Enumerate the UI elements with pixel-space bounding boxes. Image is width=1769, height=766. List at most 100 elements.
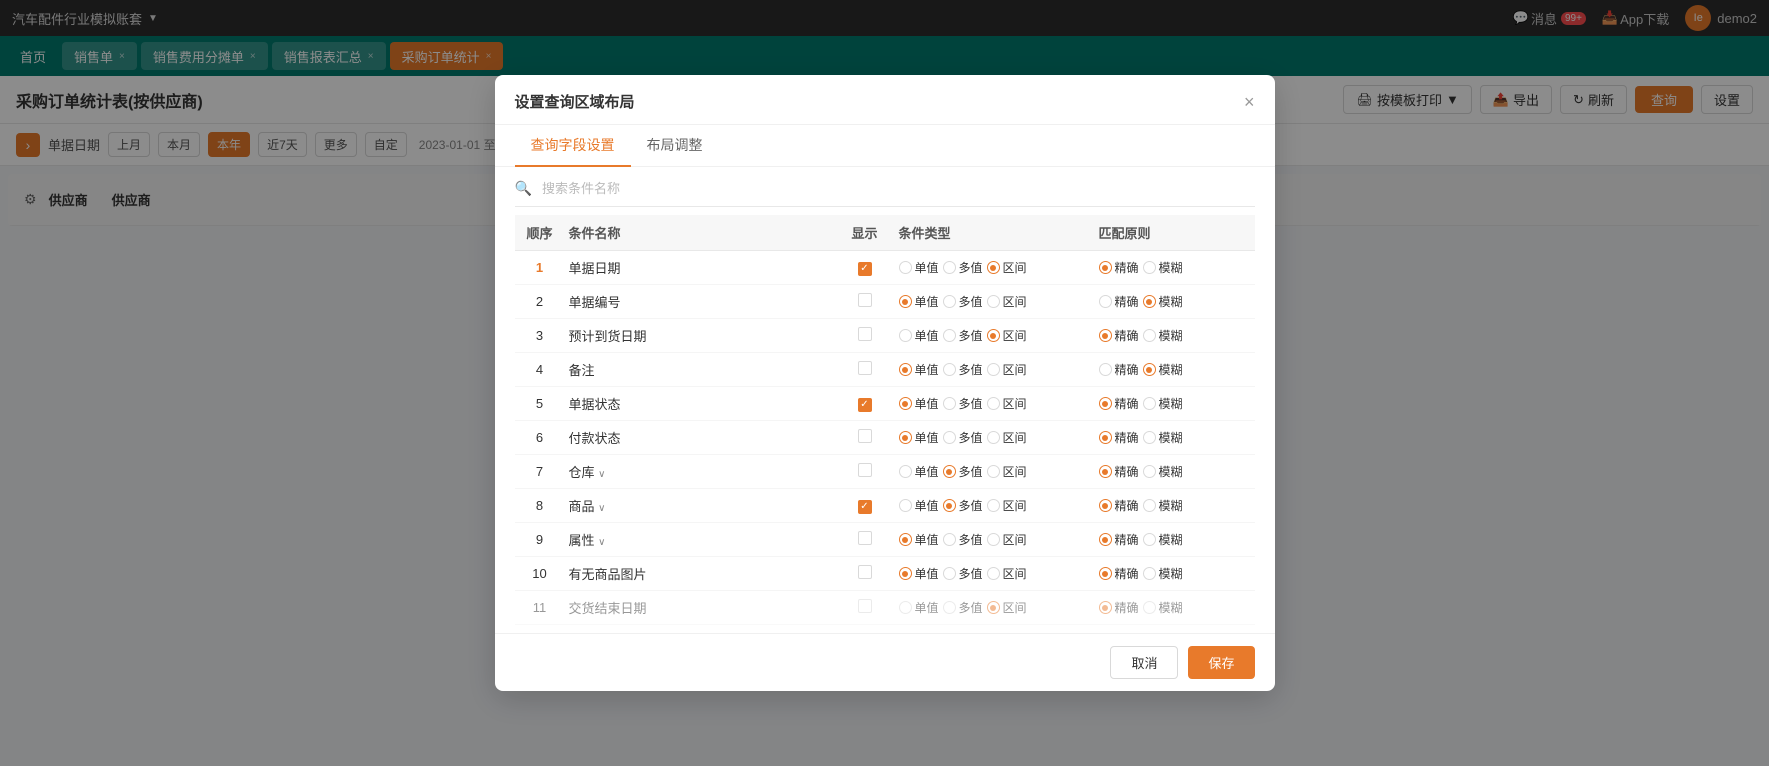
row-show-checkbox[interactable] — [835, 497, 895, 514]
radio-type-多值[interactable]: 多值 — [943, 565, 983, 582]
radio-type-区间[interactable]: 区间 — [987, 599, 1027, 616]
radio-type-区间[interactable]: 区间 — [987, 395, 1027, 412]
modal-close-button[interactable]: × — [1244, 93, 1255, 111]
save-button[interactable]: 保存 — [1188, 646, 1254, 679]
radio-type-区间[interactable]: 区间 — [987, 293, 1027, 310]
radio-type-多值[interactable]: 多值 — [943, 293, 983, 310]
radio-match-模糊[interactable]: 模糊 — [1143, 565, 1183, 582]
row-show-checkbox[interactable] — [835, 293, 895, 310]
radio-match-精确[interactable]: 精确 — [1099, 497, 1139, 514]
radio-type-区间[interactable]: 区间 — [987, 259, 1027, 276]
radio-type-单值[interactable]: 单值 — [899, 259, 939, 276]
modal-tab-query-fields[interactable]: 查询字段设置 — [515, 125, 631, 167]
checkbox[interactable] — [858, 531, 872, 545]
modal-header: 设置查询区域布局 × — [495, 75, 1275, 125]
checkbox[interactable] — [858, 327, 872, 341]
row-condition-name: 单据编号 — [565, 292, 835, 311]
radio-type-多值[interactable]: 多值 — [943, 361, 983, 378]
radio-type-单值[interactable]: 单值 — [899, 497, 939, 514]
modal-tab-layout-adjust[interactable]: 布局调整 — [631, 125, 719, 167]
row-show-checkbox[interactable] — [835, 565, 895, 582]
radio-match-模糊[interactable]: 模糊 — [1143, 259, 1183, 276]
row-condition-name: 单据日期 — [565, 258, 835, 277]
radio-match-模糊[interactable]: 模糊 — [1143, 531, 1183, 548]
row-show-checkbox[interactable] — [835, 361, 895, 378]
row-condition-name: 单据状态 — [565, 394, 835, 413]
radio-type-多值[interactable]: 多值 — [943, 395, 983, 412]
radio-type-区间[interactable]: 区间 — [987, 327, 1027, 344]
radio-match-模糊[interactable]: 模糊 — [1143, 463, 1183, 480]
radio-dot — [987, 533, 1000, 546]
modal-title: 设置查询区域布局 — [515, 91, 635, 112]
radio-type-单值[interactable]: 单值 — [899, 293, 939, 310]
radio-match-精确[interactable]: 精确 — [1099, 463, 1139, 480]
radio-type-多值[interactable]: 多值 — [943, 599, 983, 616]
radio-match-精确[interactable]: 精确 — [1099, 565, 1139, 582]
radio-label: 模糊 — [1159, 463, 1183, 480]
row-show-checkbox[interactable] — [835, 395, 895, 412]
radio-type-单值[interactable]: 单值 — [899, 531, 939, 548]
cancel-button[interactable]: 取消 — [1110, 646, 1178, 679]
radio-match-模糊[interactable]: 模糊 — [1143, 293, 1183, 310]
row-show-checkbox[interactable] — [835, 599, 895, 616]
radio-match-精确[interactable]: 精确 — [1099, 599, 1139, 616]
radio-match-模糊[interactable]: 模糊 — [1143, 599, 1183, 616]
checkbox[interactable] — [858, 361, 872, 375]
radio-type-单值[interactable]: 单值 — [899, 463, 939, 480]
radio-type-区间[interactable]: 区间 — [987, 565, 1027, 582]
radio-type-多值[interactable]: 多值 — [943, 531, 983, 548]
radio-dot — [987, 261, 1000, 274]
radio-match-精确[interactable]: 精确 — [1099, 327, 1139, 344]
checkbox[interactable] — [858, 398, 872, 412]
row-show-checkbox[interactable] — [835, 327, 895, 344]
checkbox[interactable] — [858, 463, 872, 477]
radio-label: 多值 — [959, 395, 983, 412]
radio-type-单值[interactable]: 单值 — [899, 361, 939, 378]
row-show-checkbox[interactable] — [835, 259, 895, 276]
radio-match-模糊[interactable]: 模糊 — [1143, 497, 1183, 514]
radio-type-单值[interactable]: 单值 — [899, 395, 939, 412]
radio-type-多值[interactable]: 多值 — [943, 463, 983, 480]
radio-type-单值[interactable]: 单值 — [899, 429, 939, 446]
checkbox[interactable] — [858, 500, 872, 514]
radio-type-多值[interactable]: 多值 — [943, 497, 983, 514]
checkbox[interactable] — [858, 565, 872, 579]
checkbox[interactable] — [858, 599, 872, 613]
modal-search-input[interactable] — [536, 179, 736, 198]
radio-type-多值[interactable]: 多值 — [943, 429, 983, 446]
radio-type-单值[interactable]: 单值 — [899, 327, 939, 344]
radio-type-单值[interactable]: 单值 — [899, 565, 939, 582]
radio-match-精确[interactable]: 精确 — [1099, 361, 1139, 378]
radio-type-多值[interactable]: 多值 — [943, 259, 983, 276]
radio-match-模糊[interactable]: 模糊 — [1143, 395, 1183, 412]
radio-type-区间[interactable]: 区间 — [987, 497, 1027, 514]
radio-dot — [899, 295, 912, 308]
radio-type-单值[interactable]: 单值 — [899, 599, 939, 616]
radio-label: 区间 — [1003, 361, 1027, 378]
radio-type-多值[interactable]: 多值 — [943, 327, 983, 344]
checkbox[interactable] — [858, 429, 872, 443]
checkbox[interactable] — [858, 262, 872, 276]
row-show-checkbox[interactable] — [835, 463, 895, 480]
radio-match-精确[interactable]: 精确 — [1099, 293, 1139, 310]
row-type-options: 单值多值区间 — [895, 429, 1095, 446]
radio-match-精确[interactable]: 精确 — [1099, 395, 1139, 412]
radio-type-区间[interactable]: 区间 — [987, 361, 1027, 378]
radio-type-区间[interactable]: 区间 — [987, 463, 1027, 480]
modal-tab-query-fields-label: 查询字段设置 — [531, 137, 615, 153]
radio-match-模糊[interactable]: 模糊 — [1143, 327, 1183, 344]
table-row: 8商品 ∨单值多值区间精确模糊 — [515, 489, 1255, 523]
radio-label: 多值 — [959, 565, 983, 582]
radio-match-模糊[interactable]: 模糊 — [1143, 429, 1183, 446]
radio-match-精确[interactable]: 精确 — [1099, 531, 1139, 548]
radio-match-精确[interactable]: 精确 — [1099, 429, 1139, 446]
checkbox[interactable] — [858, 293, 872, 307]
modal-search: 🔍 — [515, 179, 1255, 207]
row-show-checkbox[interactable] — [835, 531, 895, 548]
radio-match-精确[interactable]: 精确 — [1099, 259, 1139, 276]
row-show-checkbox[interactable] — [835, 429, 895, 446]
radio-type-区间[interactable]: 区间 — [987, 429, 1027, 446]
radio-match-模糊[interactable]: 模糊 — [1143, 361, 1183, 378]
radio-type-区间[interactable]: 区间 — [987, 531, 1027, 548]
radio-label: 单值 — [915, 497, 939, 514]
